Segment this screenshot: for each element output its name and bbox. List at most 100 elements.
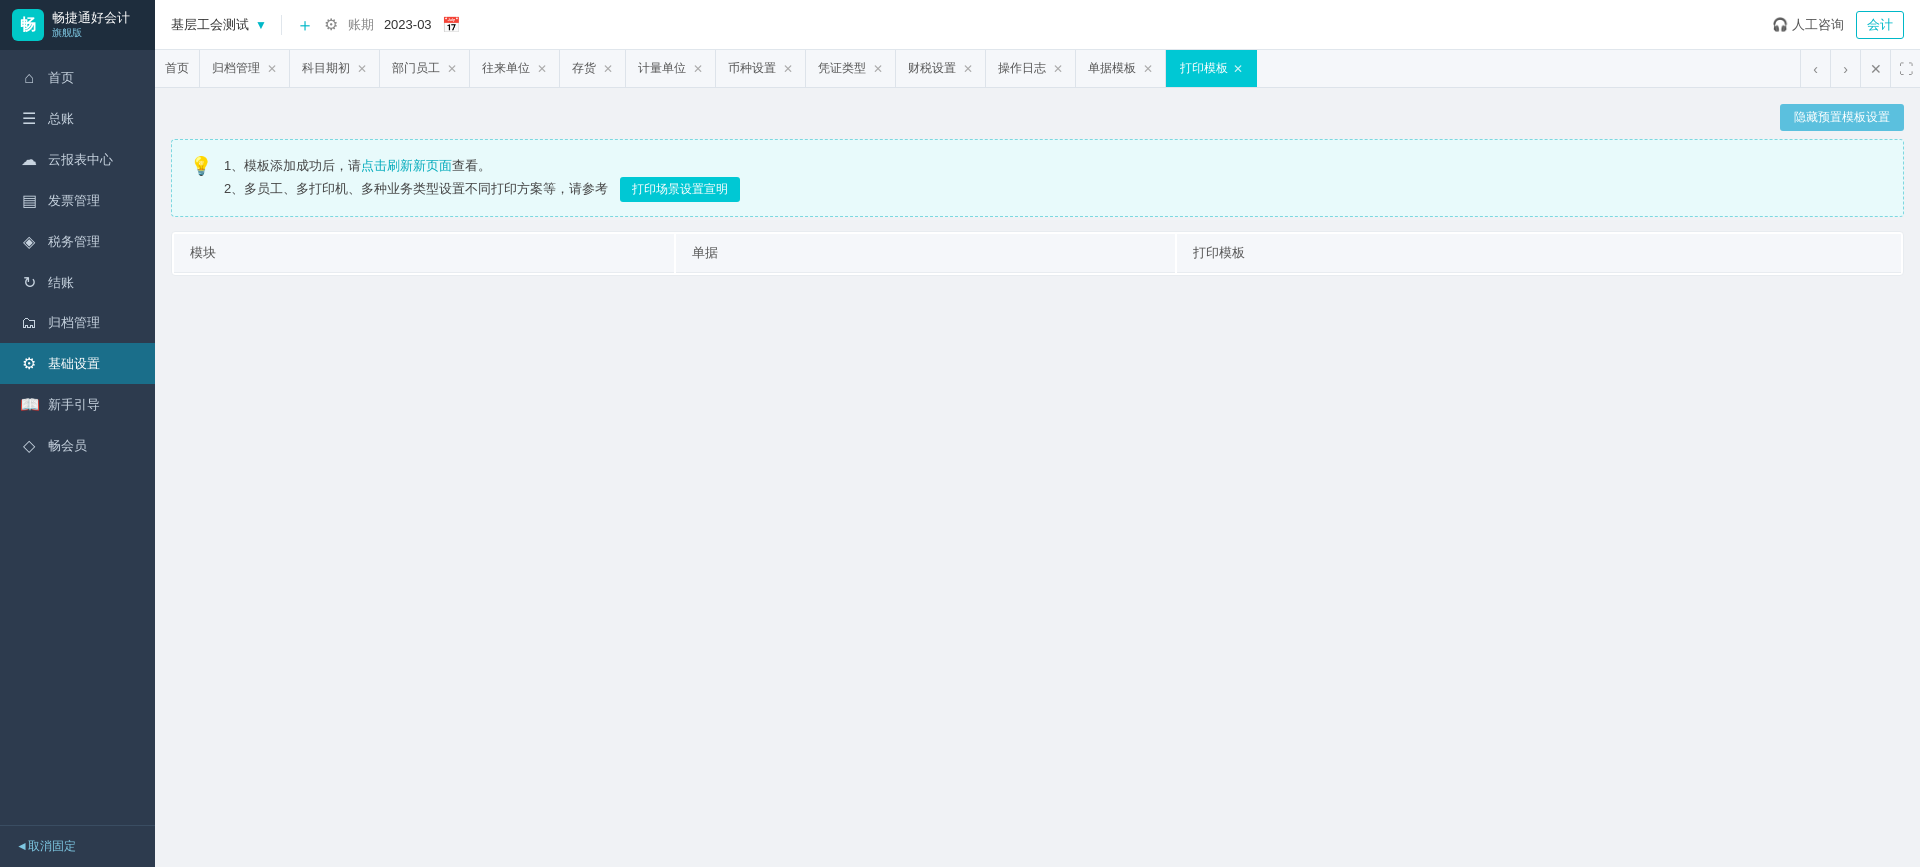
accountant-button[interactable]: 会计 bbox=[1856, 11, 1904, 39]
archive-icon: 🗂 bbox=[20, 314, 38, 332]
tab-label: 操作日志 bbox=[998, 60, 1046, 77]
tab-label: 币种设置 bbox=[728, 60, 776, 77]
col-module: 模块 bbox=[174, 234, 674, 273]
tab-tax-settings[interactable]: 财税设置 ✕ bbox=[896, 50, 986, 87]
tab-label: 财税设置 bbox=[908, 60, 956, 77]
sidebar-item-home[interactable]: ⌂ 首页 bbox=[0, 58, 155, 98]
tab-close-icon[interactable]: ✕ bbox=[783, 62, 793, 76]
headset-icon: 🎧 bbox=[1772, 17, 1788, 32]
app-title: 畅捷通好会计 bbox=[52, 10, 130, 27]
sidebar-nav: ⌂ 首页 ☰ 总账 ☁ 云报表中心 ▤ 发票管理 ◈ 税务管理 ↻ 结账 🗂 归… bbox=[0, 50, 155, 825]
tab-close-icon[interactable]: ✕ bbox=[1233, 62, 1243, 76]
sidebar-item-label: 发票管理 bbox=[48, 192, 100, 210]
sidebar-item-settings[interactable]: ⚙ 基础设置 bbox=[0, 343, 155, 384]
settings-gear-icon[interactable]: ⚙ bbox=[324, 15, 338, 34]
tab-archive-mgmt[interactable]: 归档管理 ✕ bbox=[200, 50, 290, 87]
tab-label: 计量单位 bbox=[638, 60, 686, 77]
sidebar-item-label: 归档管理 bbox=[48, 314, 100, 332]
refresh-link[interactable]: 点击刷新新页面 bbox=[361, 158, 452, 173]
sidebar-item-label: 畅会员 bbox=[48, 437, 87, 455]
topbar-right: 🎧 人工咨询 会计 bbox=[1772, 11, 1904, 39]
tab-label: 存货 bbox=[572, 60, 596, 77]
support-button[interactable]: 🎧 人工咨询 bbox=[1772, 16, 1844, 34]
hide-setting-button[interactable]: 隐藏预置模板设置 bbox=[1780, 104, 1904, 131]
sidebar-item-label: 结账 bbox=[48, 274, 74, 292]
cloud-icon: ☁ bbox=[20, 150, 38, 169]
sidebar-logo: 畅 畅捷通好会计 旗舰版 bbox=[0, 0, 155, 50]
sidebar-item-label: 云报表中心 bbox=[48, 151, 113, 169]
tab-close-icon[interactable]: ✕ bbox=[267, 62, 277, 76]
col-receipt: 单据 bbox=[676, 234, 1176, 273]
notice-text: 1、模板添加成功后，请点击刷新新页面查看。 2、多员工、多打印机、多种业务类型设… bbox=[224, 154, 740, 202]
guide-icon: 📖 bbox=[20, 395, 38, 414]
period-label: 账期 bbox=[348, 16, 374, 34]
sidebar-item-checkout[interactable]: ↻ 结账 bbox=[0, 262, 155, 303]
tab-close-icon[interactable]: ✕ bbox=[1053, 62, 1063, 76]
tab-close-icon[interactable]: ✕ bbox=[603, 62, 613, 76]
sidebar-item-tax[interactable]: ◈ 税务管理 bbox=[0, 221, 155, 262]
calendar-icon[interactable]: 📅 bbox=[442, 16, 461, 34]
topbar: 基层工会测试 ▼ ＋ ⚙ 账期 2023-03 📅 🎧 人工咨询 会计 bbox=[155, 0, 1920, 50]
tab-label: 首页 bbox=[165, 60, 189, 77]
tab-currency[interactable]: 币种设置 ✕ bbox=[716, 50, 806, 87]
tab-op-log[interactable]: 操作日志 ✕ bbox=[986, 50, 1076, 87]
tab-close-icon[interactable]: ✕ bbox=[873, 62, 883, 76]
sidebar-item-archive[interactable]: 🗂 归档管理 bbox=[0, 303, 155, 343]
unpin-button[interactable]: ◄取消固定 bbox=[0, 825, 155, 867]
tab-close-icon[interactable]: ✕ bbox=[357, 62, 367, 76]
explain-button[interactable]: 打印场景设置宣明 bbox=[620, 177, 740, 202]
sidebar-item-guide[interactable]: 📖 新手引导 bbox=[0, 384, 155, 425]
tab-customer-vendor[interactable]: 往来单位 ✕ bbox=[470, 50, 560, 87]
sidebar-item-label: 新手引导 bbox=[48, 396, 100, 414]
tab-voucher-type[interactable]: 凭证类型 ✕ bbox=[806, 50, 896, 87]
print-template-table: 模块 单据 打印模板 bbox=[171, 231, 1904, 276]
tab-close-all-button[interactable]: ✕ bbox=[1860, 50, 1890, 88]
bulb-icon: 💡 bbox=[190, 155, 212, 177]
tab-inventory[interactable]: 存货 ✕ bbox=[560, 50, 626, 87]
tab-close-icon[interactable]: ✕ bbox=[447, 62, 457, 76]
notice-line1: 1、模板添加成功后，请点击刷新新页面查看。 bbox=[224, 154, 740, 177]
content-area: 隐藏预置模板设置 💡 1、模板添加成功后，请点击刷新新页面查看。 2、多员工、多… bbox=[155, 88, 1920, 867]
tab-dept-staff[interactable]: 部门员工 ✕ bbox=[380, 50, 470, 87]
project-name: 基层工会测试 bbox=[171, 16, 249, 34]
sidebar-item-cloud-reports[interactable]: ☁ 云报表中心 bbox=[0, 139, 155, 180]
project-selector[interactable]: 基层工会测试 ▼ bbox=[171, 16, 267, 34]
tab-label: 科目期初 bbox=[302, 60, 350, 77]
tax-icon: ◈ bbox=[20, 232, 38, 251]
sidebar-item-invoice[interactable]: ▤ 发票管理 bbox=[0, 180, 155, 221]
tab-subject-init[interactable]: 科目期初 ✕ bbox=[290, 50, 380, 87]
sidebar-item-member[interactable]: ◇ 畅会员 bbox=[0, 425, 155, 466]
period-value: 2023-03 bbox=[384, 17, 432, 32]
member-icon: ◇ bbox=[20, 436, 38, 455]
tab-close-icon[interactable]: ✕ bbox=[537, 62, 547, 76]
tab-print-tpl[interactable]: 打印模板 ✕ bbox=[1166, 50, 1257, 87]
tab-label: 归档管理 bbox=[212, 60, 260, 77]
tab-label: 部门员工 bbox=[392, 60, 440, 77]
tab-next-button[interactable]: › bbox=[1830, 50, 1860, 88]
sidebar-item-label: 总账 bbox=[48, 110, 74, 128]
home-icon: ⌂ bbox=[20, 69, 38, 87]
col-print-template: 打印模板 bbox=[1177, 234, 1901, 273]
chevron-down-icon: ▼ bbox=[255, 18, 267, 32]
tab-fullscreen-button[interactable]: ⛶ bbox=[1890, 50, 1920, 88]
tabbar: 首页 归档管理 ✕ 科目期初 ✕ 部门员工 ✕ 往来单位 ✕ 存货 ✕ 计量单位… bbox=[155, 50, 1920, 88]
sidebar-item-label: 税务管理 bbox=[48, 233, 100, 251]
checkout-icon: ↻ bbox=[20, 273, 38, 292]
tab-label: 单据模板 bbox=[1088, 60, 1136, 77]
tab-receipt-tpl[interactable]: 单据模板 ✕ bbox=[1076, 50, 1166, 87]
tab-home[interactable]: 首页 bbox=[155, 50, 200, 87]
tab-close-icon[interactable]: ✕ bbox=[1143, 62, 1153, 76]
tab-uom[interactable]: 计量单位 ✕ bbox=[626, 50, 716, 87]
sidebar-item-label: 基础设置 bbox=[48, 355, 100, 373]
table-header: 模块 单据 打印模板 bbox=[174, 234, 1901, 273]
tab-close-icon[interactable]: ✕ bbox=[963, 62, 973, 76]
tab-prev-button[interactable]: ‹ bbox=[1800, 50, 1830, 88]
table-header-row: 模块 单据 打印模板 bbox=[174, 234, 1901, 273]
app-subtitle: 旗舰版 bbox=[52, 26, 130, 40]
main-area: 基层工会测试 ▼ ＋ ⚙ 账期 2023-03 📅 🎧 人工咨询 会计 首页 归… bbox=[155, 0, 1920, 867]
tab-close-icon[interactable]: ✕ bbox=[693, 62, 703, 76]
sidebar-item-ledger[interactable]: ☰ 总账 bbox=[0, 98, 155, 139]
tab-actions: ‹ › ✕ ⛶ bbox=[1800, 50, 1920, 87]
add-project-icon[interactable]: ＋ bbox=[296, 13, 314, 37]
tab-label: 凭证类型 bbox=[818, 60, 866, 77]
